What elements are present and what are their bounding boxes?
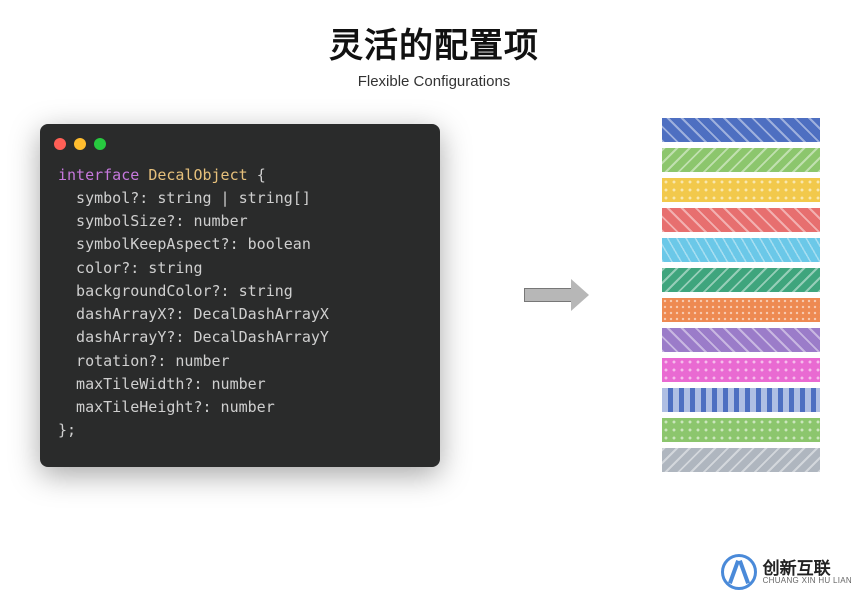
decal-swatch-list bbox=[662, 118, 822, 472]
brace-close: }; bbox=[58, 421, 76, 439]
code-field-type: string | string[] bbox=[157, 189, 311, 207]
minimize-icon bbox=[74, 138, 86, 150]
decal-pattern-icon bbox=[662, 328, 820, 352]
decal-pattern-icon bbox=[662, 238, 820, 262]
decal-pattern-icon bbox=[662, 448, 820, 472]
brand-logo: 创新互联 CHUANG XIN HU LIAN bbox=[721, 554, 852, 590]
decal-pattern-icon bbox=[662, 388, 820, 412]
decal-swatch bbox=[662, 418, 820, 442]
code-window: interface DecalObject { symbol?: string … bbox=[40, 124, 440, 467]
decal-pattern-icon bbox=[662, 268, 820, 292]
code-field-name: color?: bbox=[76, 259, 139, 277]
page-title: 灵活的配置项 bbox=[0, 18, 868, 67]
code-field-name: backgroundColor?: bbox=[76, 282, 230, 300]
code-field-type: number bbox=[212, 375, 266, 393]
code-typename: DecalObject bbox=[148, 166, 247, 184]
code-field-name: rotation?: bbox=[76, 352, 166, 370]
decal-swatch bbox=[662, 178, 820, 202]
decal-pattern-icon bbox=[662, 418, 820, 442]
code-field-name: symbolKeepAspect?: bbox=[76, 235, 239, 253]
code-field-name: symbol?: bbox=[76, 189, 148, 207]
code-field-type: boolean bbox=[248, 235, 311, 253]
decal-swatch bbox=[662, 238, 820, 262]
decal-swatch bbox=[662, 268, 820, 292]
decal-pattern-icon bbox=[662, 298, 820, 322]
decal-pattern-icon bbox=[662, 178, 820, 202]
brace-open: { bbox=[257, 166, 266, 184]
decal-swatch bbox=[662, 208, 820, 232]
code-field-name: dashArrayY?: bbox=[76, 328, 184, 346]
decal-swatch bbox=[662, 358, 820, 382]
logo-text-en: CHUANG XIN HU LIAN bbox=[763, 577, 852, 585]
decal-swatch bbox=[662, 328, 820, 352]
code-field-type: string bbox=[239, 282, 293, 300]
decal-swatch bbox=[662, 148, 820, 172]
close-icon bbox=[54, 138, 66, 150]
decal-pattern-icon bbox=[662, 148, 820, 172]
code-field-type: number bbox=[193, 212, 247, 230]
window-controls bbox=[40, 138, 440, 160]
code-field-name: maxTileHeight?: bbox=[76, 398, 211, 416]
decal-swatch bbox=[662, 298, 820, 322]
code-body: interface DecalObject { symbol?: string … bbox=[40, 160, 440, 443]
maximize-icon bbox=[94, 138, 106, 150]
decal-swatch bbox=[662, 388, 820, 412]
code-field-type: string bbox=[148, 259, 202, 277]
code-keyword: interface bbox=[58, 166, 139, 184]
logo-text-cn: 创新互联 bbox=[763, 560, 852, 577]
decal-swatch bbox=[662, 448, 820, 472]
decal-pattern-icon bbox=[662, 208, 820, 232]
arrow-right-icon bbox=[524, 279, 589, 311]
decal-swatch bbox=[662, 118, 820, 142]
code-field-type: DecalDashArrayY bbox=[193, 328, 328, 346]
decal-pattern-icon bbox=[662, 358, 820, 382]
decal-pattern-icon bbox=[662, 118, 820, 142]
code-field-name: maxTileWidth?: bbox=[76, 375, 202, 393]
code-field-type: number bbox=[175, 352, 229, 370]
code-field-type: DecalDashArrayX bbox=[193, 305, 328, 323]
logo-mark-icon bbox=[721, 554, 757, 590]
code-field-name: dashArrayX?: bbox=[76, 305, 184, 323]
page-subtitle: Flexible Configurations bbox=[0, 73, 868, 90]
code-field-name: symbolSize?: bbox=[76, 212, 184, 230]
code-field-type: number bbox=[221, 398, 275, 416]
heading: 灵活的配置项 Flexible Configurations bbox=[0, 18, 868, 90]
